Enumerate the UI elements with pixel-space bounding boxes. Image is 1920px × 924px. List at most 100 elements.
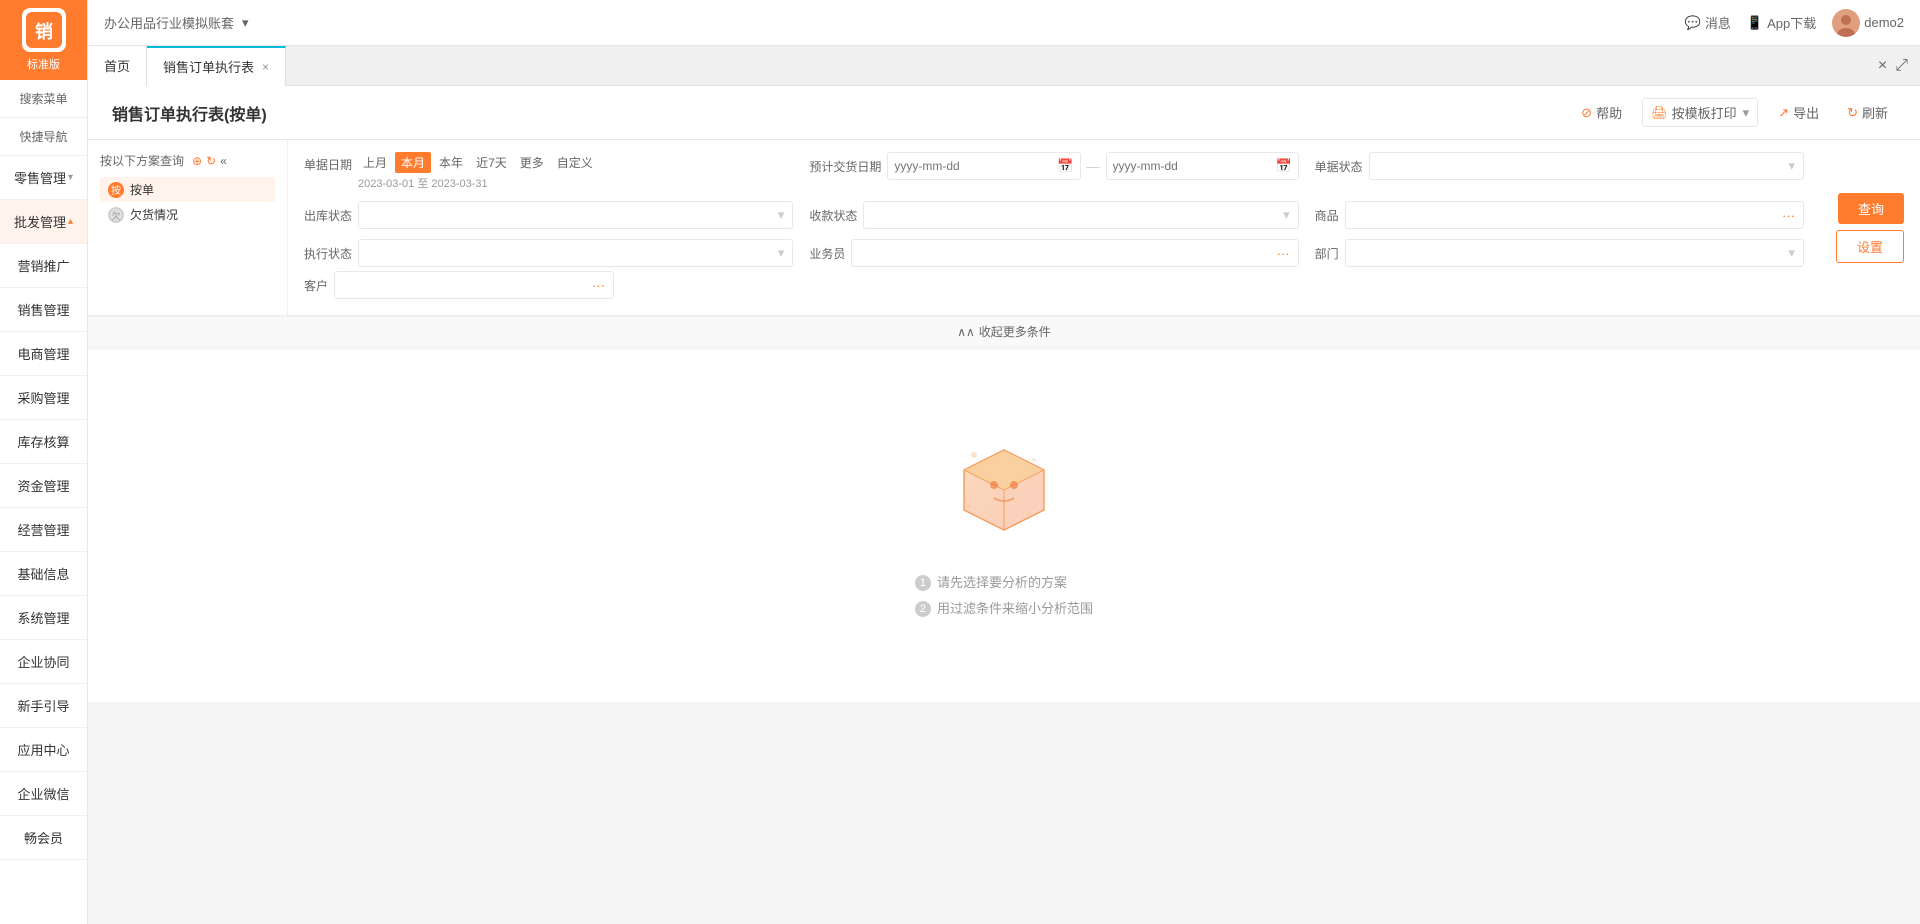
- collapse-label: 收起更多条件: [979, 323, 1051, 340]
- sidebar-item-system[interactable]: 系统管理: [0, 596, 87, 640]
- salesman-more-icon: ···: [1277, 246, 1290, 261]
- salesman-select[interactable]: ···: [851, 239, 1298, 267]
- logo-area[interactable]: 销 标准版: [0, 0, 87, 80]
- calendar-end-icon: 📅: [1275, 158, 1291, 174]
- message-btn[interactable]: 💬 消息: [1685, 13, 1731, 32]
- sidebar-item-wechat[interactable]: 企业微信: [0, 772, 87, 816]
- sidebar-item-finance-label: 资金管理: [17, 476, 69, 495]
- shipment-dropdown-icon: ▾: [778, 207, 785, 223]
- sidebar-item-basic[interactable]: 基础信息: [0, 552, 87, 596]
- sidebar-item-finance[interactable]: 资金管理: [0, 464, 87, 508]
- scheme-item-anzhang[interactable]: 按 按单: [100, 177, 275, 202]
- tab-close-icon[interactable]: ×: [262, 60, 269, 74]
- date-tabs: 上月 本月 本年 近7天 更多 自定义: [358, 152, 598, 173]
- refresh-btn[interactable]: ↻ 刷新: [1839, 99, 1896, 126]
- header-right: 💬 消息 📱 App下载 demo2: [1685, 9, 1904, 37]
- scheme-refresh-icon[interactable]: ↻: [206, 154, 216, 168]
- app-download-btn[interactable]: 📱 App下载: [1747, 13, 1816, 32]
- date-tab-thisyear[interactable]: 本年: [434, 152, 468, 173]
- svg-text:欠: 欠: [111, 210, 120, 221]
- page-title: 销售订单执行表(按单): [112, 101, 267, 125]
- scheme-label-anzhang: 按单: [130, 181, 154, 198]
- tab-sales-exec[interactable]: 销售订单执行表 ×: [147, 46, 286, 86]
- scheme-label-quhuo: 欠货情况: [130, 206, 178, 223]
- tab-maximize-icon[interactable]: ⤢: [1895, 57, 1908, 75]
- date-tab-last7[interactable]: 近7天: [471, 152, 512, 173]
- sidebar-item-ecommerce-label: 电商管理: [17, 344, 69, 363]
- query-btn-area: 查询 设置: [1820, 140, 1920, 315]
- search-menu-label: 搜索菜单: [19, 92, 67, 106]
- filter-row-top: 按以下方案查询 ⊕ ↻ « 按 按单 欠 欠货情况: [88, 140, 1920, 316]
- query-button[interactable]: 查询: [1838, 193, 1904, 224]
- sidebar-item-purchase[interactable]: 采购管理: [0, 376, 87, 420]
- calendar-start-icon: 📅: [1057, 158, 1073, 174]
- date-tab-custom[interactable]: 自定义: [552, 152, 598, 173]
- scheme-title: 按以下方案查询 ⊕ ↻ «: [100, 152, 275, 169]
- sidebar-item-operation[interactable]: 经营管理: [0, 508, 87, 552]
- sidebar-item-appstore[interactable]: 应用中心: [0, 728, 87, 772]
- status-select[interactable]: ▾: [1369, 152, 1804, 180]
- tab-close-window-icon[interactable]: ×: [1878, 57, 1887, 75]
- date-range-display: 2023-03-01 至 2023-03-31: [358, 175, 598, 191]
- empty-state: 1 请先选择要分析的方案 2 用过滤条件来缩小分析范围: [88, 350, 1920, 702]
- scheme-title-text: 按以下方案查询: [100, 152, 184, 169]
- breadcrumb-chevron-icon: ▾: [242, 15, 249, 31]
- shipment-select[interactable]: ▾: [358, 201, 793, 229]
- page-header: 销售订单执行表(按单) ⊘ 帮助 🖨 按模板打印 ▾ ↗ 导出 ↻ 刷新: [88, 86, 1920, 140]
- scheme-item-quhuo[interactable]: 欠 欠货情况: [100, 202, 275, 227]
- empty-tips: 1 请先选择要分析的方案 2 用过滤条件来缩小分析范围: [915, 570, 1093, 622]
- help-label: 帮助: [1596, 103, 1622, 122]
- quick-nav-item[interactable]: 快捷导航: [0, 118, 87, 156]
- print-btn[interactable]: 🖨 按模板打印 ▾: [1642, 98, 1758, 127]
- tip-num-1: 1: [915, 575, 931, 591]
- header-breadcrumb[interactable]: 办公用品行业模拟账套 ▾: [104, 13, 249, 32]
- tip-text-1: 请先选择要分析的方案: [937, 570, 1067, 596]
- expected-date-end-input[interactable]: [1113, 159, 1276, 173]
- date-tab-lastmonth[interactable]: 上月: [358, 152, 392, 173]
- execution-label: 执行状态: [304, 245, 352, 262]
- sidebar-item-member[interactable]: 畅会员: [0, 816, 87, 860]
- customer-select[interactable]: ···: [334, 271, 614, 299]
- tab-home[interactable]: 首页: [88, 46, 147, 86]
- payment-label: 收款状态: [809, 207, 857, 224]
- execution-select[interactable]: ▾: [358, 239, 793, 267]
- sidebar-item-inventory[interactable]: 库存核算: [0, 420, 87, 464]
- filter-scheme-panel: 按以下方案查询 ⊕ ↻ « 按 按单 欠 欠货情况: [88, 140, 288, 315]
- sidebar-item-member-label: 畅会员: [24, 828, 63, 847]
- export-btn[interactable]: ↗ 导出: [1770, 99, 1827, 126]
- sidebar-item-sales-label: 销售管理: [17, 300, 69, 319]
- scheme-add-icon[interactable]: ⊕: [192, 154, 202, 168]
- date-tab-thismonth[interactable]: 本月: [395, 152, 431, 173]
- goods-select[interactable]: ···: [1345, 201, 1804, 229]
- logo-text: 标准版: [27, 56, 60, 72]
- message-label: 消息: [1705, 13, 1731, 32]
- expected-date-start-input[interactable]: [894, 159, 1057, 173]
- collapse-row: ∧∧ 收起更多条件: [88, 316, 1920, 346]
- page-content: 销售订单执行表(按单) ⊘ 帮助 🖨 按模板打印 ▾ ↗ 导出 ↻ 刷新: [88, 86, 1920, 924]
- settings-button[interactable]: 设置: [1836, 230, 1904, 263]
- expected-date-start[interactable]: 📅: [887, 152, 1080, 180]
- sidebar-item-sales[interactable]: 销售管理: [0, 288, 87, 332]
- user-avatar-btn[interactable]: demo2: [1832, 9, 1904, 37]
- sidebar-item-ecommerce[interactable]: 电商管理: [0, 332, 87, 376]
- goods-more-icon: ···: [1782, 208, 1795, 223]
- scheme-collapse-icon[interactable]: «: [220, 154, 227, 168]
- sidebar-item-enterprise-label: 企业协同: [17, 652, 69, 671]
- payment-select[interactable]: ▾: [863, 201, 1298, 229]
- sidebar-item-newbie[interactable]: 新手引导: [0, 684, 87, 728]
- payment-dropdown-icon: ▾: [1283, 207, 1290, 223]
- help-btn[interactable]: ⊘ 帮助: [1573, 99, 1630, 126]
- sidebar-item-marketing[interactable]: 营销推广: [0, 244, 87, 288]
- date-tab-more[interactable]: 更多: [515, 152, 549, 173]
- dept-select[interactable]: ▾: [1345, 239, 1804, 267]
- sidebar-item-retail[interactable]: 零售管理 ▾: [0, 156, 87, 200]
- tip-text-2: 用过滤条件来缩小分析范围: [937, 596, 1093, 622]
- collapse-up-icon: ∧∧: [957, 325, 975, 339]
- scheme-dot-active: 按: [108, 182, 124, 198]
- sidebar-item-enterprise[interactable]: 企业协同: [0, 640, 87, 684]
- collapse-btn[interactable]: ∧∧ 收起更多条件: [88, 323, 1920, 340]
- filter-area: 按以下方案查询 ⊕ ↻ « 按 按单 欠 欠货情况: [88, 140, 1920, 346]
- search-menu-item[interactable]: 搜索菜单: [0, 80, 87, 118]
- expected-date-end[interactable]: 📅: [1106, 152, 1299, 180]
- sidebar-item-wholesale[interactable]: 批发管理 ▴: [0, 200, 87, 244]
